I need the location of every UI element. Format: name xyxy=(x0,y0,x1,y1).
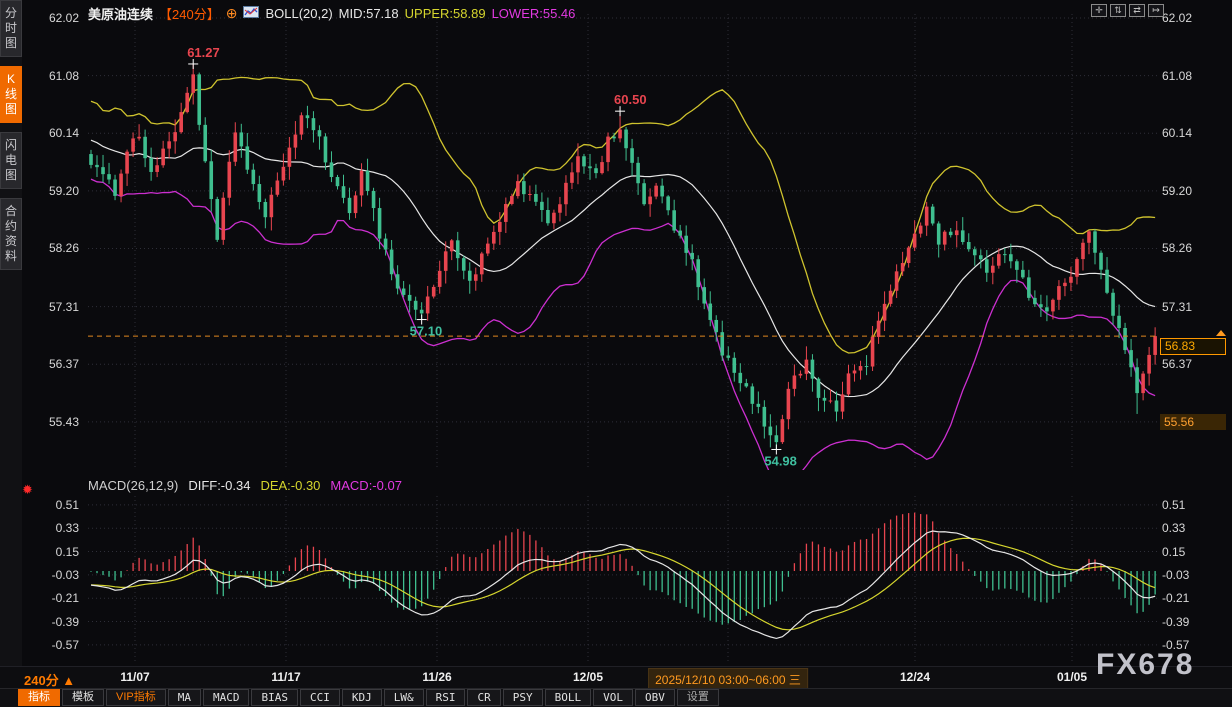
sidebar-tab-2[interactable]: K线图 xyxy=(0,66,22,123)
toolbar-button-设置[interactable]: 设置 xyxy=(677,689,719,706)
price-axis-label: 59.20 xyxy=(1162,184,1192,198)
date-tick: 11/26 xyxy=(422,670,451,684)
toolbar-button-指标[interactable]: 指标 xyxy=(18,689,60,706)
indicator-target-icon[interactable]: ✹ xyxy=(22,482,33,498)
toolbar-button-rsi[interactable]: RSI xyxy=(426,689,466,706)
scale-vertical-icon[interactable]: ⇅ xyxy=(1110,4,1126,17)
boll-upper-value: UPPER:58.89 xyxy=(405,6,486,21)
boll-label: BOLL(20,2) xyxy=(265,6,332,21)
toolbar-button-cr[interactable]: CR xyxy=(467,689,500,706)
add-indicator-icon[interactable]: ⊕ xyxy=(226,5,238,22)
boll-mid-line xyxy=(91,140,1155,396)
boll-mid-value: MID:57.18 xyxy=(339,6,399,21)
price-axis-label: 62.02 xyxy=(1162,11,1192,25)
boll-lower-value: LOWER:55.46 xyxy=(492,6,576,21)
boll-lower-line xyxy=(91,179,1155,486)
main-chart-layer xyxy=(89,64,1157,487)
boll-upper-line xyxy=(91,77,1155,353)
chart-tool-icons: ✛⇅⇄↦ xyxy=(1091,4,1164,17)
trading-app: 61.27 60.50 57.10 54.98 分时图 K线图闪电图合约资料 美原油连续… xyxy=(0,0,1232,707)
macd-axis-label: 0.33 xyxy=(1162,521,1185,535)
sidebar-tab-4[interactable]: 合约资料 xyxy=(0,198,22,270)
diff-line xyxy=(91,531,1155,638)
indicator-toolbar: 指标模板VIP指标MAMACDBIASCCIKDJLW&RSICRPSYBOLL… xyxy=(0,688,1232,707)
price-annotation: 57.10 xyxy=(410,324,443,339)
toolbar-button-psy[interactable]: PSY xyxy=(503,689,543,706)
macd-axis-label: -0.03 xyxy=(1162,568,1189,582)
date-tick: 11/07 xyxy=(120,670,149,684)
sidebar: 分时图 K线图闪电图合约资料 xyxy=(0,0,22,689)
macd-axis-label: -0.21 xyxy=(1162,591,1189,605)
chart-type-icon[interactable] xyxy=(243,6,259,21)
toolbar-button-vip指标[interactable]: VIP指标 xyxy=(106,689,166,706)
macd-axis-label: -0.39 xyxy=(1162,615,1189,629)
price-axis-label: 56.37 xyxy=(1162,357,1192,371)
price-axis-label: 57.31 xyxy=(1162,300,1192,314)
dea-line xyxy=(91,538,1155,630)
price-annotation: 61.27 xyxy=(187,45,220,60)
toolbar-button-vol[interactable]: VOL xyxy=(593,689,633,706)
chart-canvas[interactable]: 61.27 60.50 57.10 54.98 xyxy=(0,0,1232,707)
pan-right-icon[interactable]: ↦ xyxy=(1148,4,1164,17)
macd-axis-label: 0.51 xyxy=(1162,498,1185,512)
price-axis-label: 58.26 xyxy=(1162,241,1192,255)
date-tick: 01/05 xyxy=(1057,670,1087,684)
low-price-badge: 55.56 xyxy=(1160,414,1226,430)
macd-dea-value: DEA:-0.30 xyxy=(260,478,320,493)
period-selector[interactable]: 240分 ▲ xyxy=(24,670,75,689)
macd-macd-value: MACD:-0.07 xyxy=(330,478,402,493)
symbol-name: 美原油连续 xyxy=(88,4,153,23)
date-tick: 11/17 xyxy=(271,670,300,684)
crosshair-icon[interactable]: ✛ xyxy=(1091,4,1107,17)
toolbar-button-kdj[interactable]: KDJ xyxy=(342,689,382,706)
sidebar-tab-1[interactable]: 分时图 xyxy=(0,0,22,57)
date-tick: 12/05 xyxy=(573,670,603,684)
macd-layer xyxy=(91,513,1155,639)
price-annotation: 60.50 xyxy=(614,92,647,107)
macd-label: MACD(26,12,9) xyxy=(88,478,178,493)
current-price-badge: 56.83 xyxy=(1160,338,1226,355)
price-axis-label: 60.14 xyxy=(1162,126,1192,140)
period-label[interactable]: 【240分】 xyxy=(159,4,220,23)
price-annotation: 54.98 xyxy=(764,453,797,468)
toolbar-button-obv[interactable]: OBV xyxy=(635,689,675,706)
x-axis-row: 240分 ▲ 2025/12/10 03:00~06:00 三 11/0711/… xyxy=(0,666,1232,688)
price-up-arrow-icon xyxy=(1216,330,1226,336)
toolbar-button-cci[interactable]: CCI xyxy=(300,689,340,706)
title-bar: 美原油连续 【240分】 ⊕ BOLL(20,2) MID:57.18 UPPE… xyxy=(88,4,575,22)
toolbar-button-bias[interactable]: BIAS xyxy=(251,689,298,706)
toolbar-button-模板[interactable]: 模板 xyxy=(62,689,104,706)
toolbar-button-lw[interactable]: LW& xyxy=(384,689,424,706)
toolbar-button-ma[interactable]: MA xyxy=(168,689,201,706)
sidebar-tab-3[interactable]: 闪电图 xyxy=(0,132,22,189)
toolbar-button-macd[interactable]: MACD xyxy=(203,689,250,706)
price-axis-label: 61.08 xyxy=(1162,69,1192,83)
fx678-watermark: FX678 xyxy=(1096,648,1194,682)
macd-header: MACD(26,12,9) DIFF:-0.34 DEA:-0.30 MACD:… xyxy=(88,478,402,493)
date-tick: 12/24 xyxy=(900,670,930,684)
scale-horizontal-icon[interactable]: ⇄ xyxy=(1129,4,1145,17)
macd-diff-value: DIFF:-0.34 xyxy=(188,478,250,493)
macd-axis-label: 0.15 xyxy=(1162,545,1185,559)
toolbar-button-boll[interactable]: BOLL xyxy=(545,689,592,706)
